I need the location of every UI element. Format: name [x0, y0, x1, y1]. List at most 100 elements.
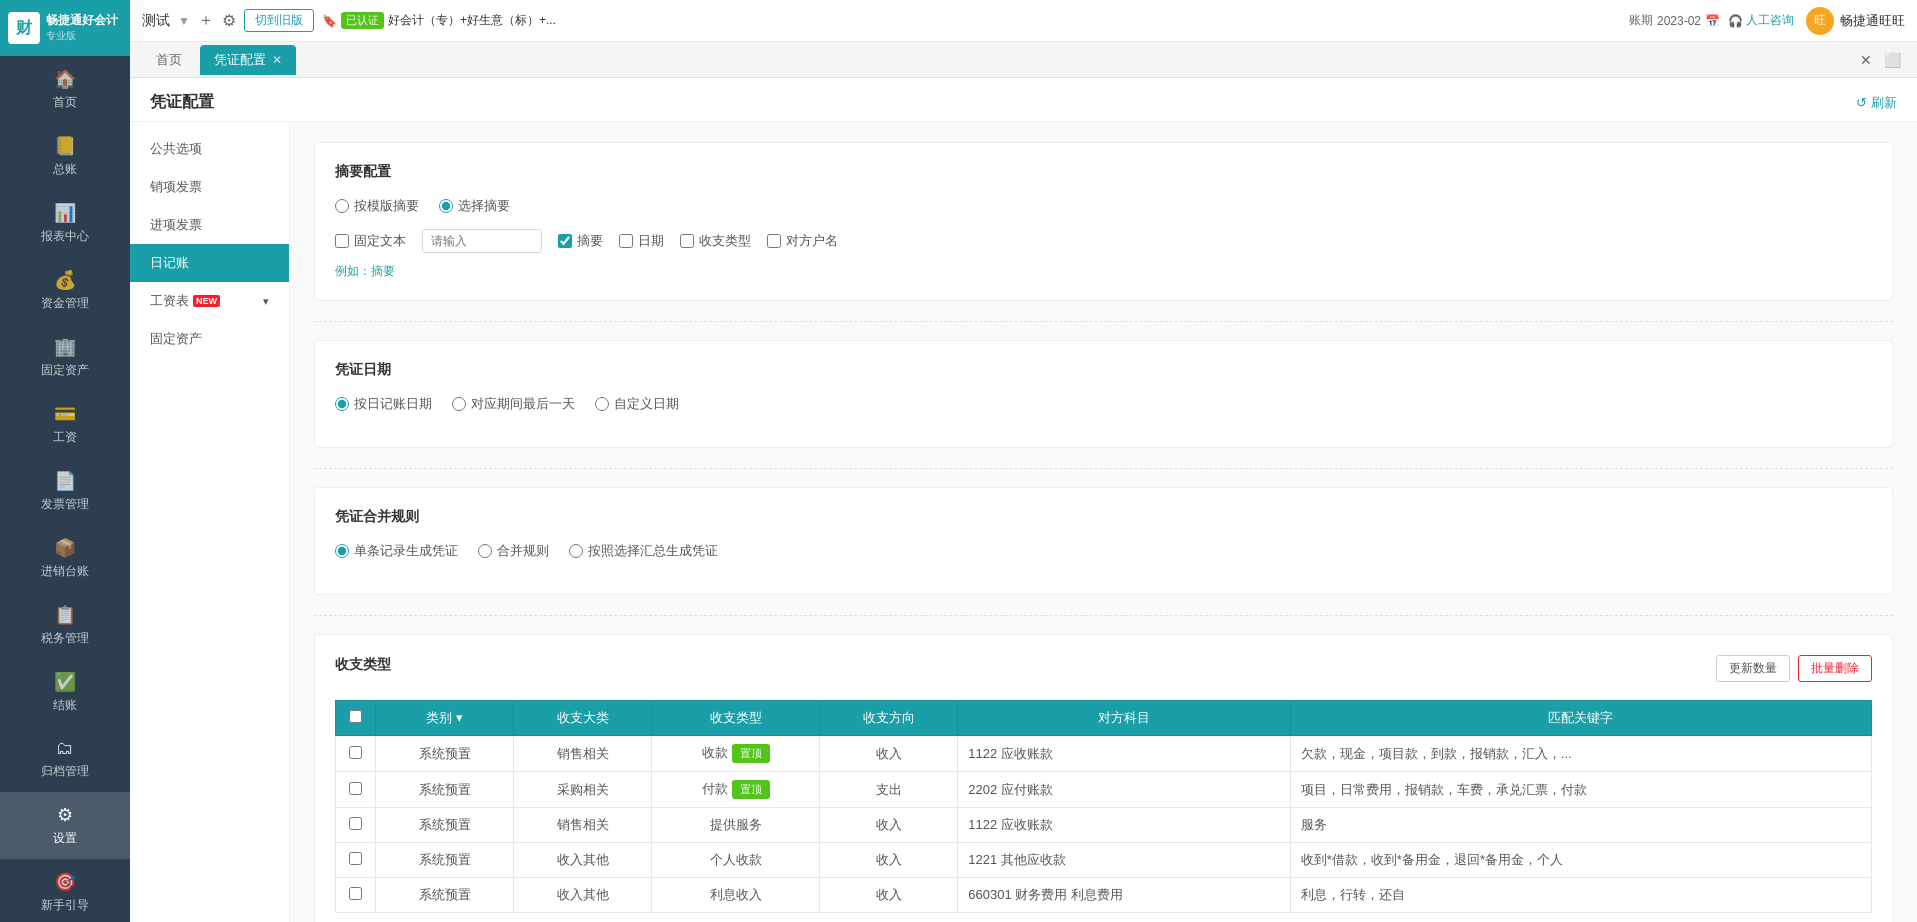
sidebar-item-settlement[interactable]: ✅结账 [0, 659, 130, 726]
sidebar-item-label-fund: 资金管理 [41, 295, 89, 312]
checkbox-counterparty-input[interactable] [767, 234, 781, 248]
radio-select-input[interactable] [439, 199, 453, 213]
refresh-label: 刷新 [1871, 94, 1897, 112]
cell-account: 1122 应收账款 [958, 736, 1290, 772]
radio-select[interactable]: 选择摘要 [439, 197, 510, 215]
row-checkbox-cell[interactable] [336, 808, 376, 843]
cell-major: 销售相关 [514, 736, 652, 772]
topbar-settings-icon[interactable]: ⚙ [222, 11, 236, 30]
row-checkbox[interactable] [349, 817, 362, 830]
row-checkbox[interactable] [349, 887, 362, 900]
cert-badge: 🔖 已认证 好会计（专）+好生意（标）+... [322, 12, 556, 29]
sidebar-item-settings[interactable]: ⚙设置 [0, 792, 130, 859]
batch-delete-button[interactable]: 批量删除 [1798, 655, 1872, 682]
checkbox-fixed-text-input[interactable] [335, 234, 349, 248]
sidebar-item-archive[interactable]: 🗂归档管理 [0, 726, 130, 792]
nav-item-fixed-assets[interactable]: 固定资产 [130, 320, 289, 358]
checkbox-fixed-text[interactable]: 固定文本 [335, 232, 406, 250]
switch-version-button[interactable]: 切到旧版 [244, 9, 314, 32]
radio-merge-label: 合并规则 [497, 542, 549, 560]
radio-merge[interactable]: 合并规则 [478, 542, 549, 560]
sidebar-item-salary[interactable]: 💳工资 [0, 391, 130, 458]
radio-summary-gen-input[interactable] [569, 544, 583, 558]
radio-journal-date-input[interactable] [335, 397, 349, 411]
tab-home[interactable]: 首页 [142, 45, 196, 75]
main-content: 摘要配置 按模版摘要 选择摘要 [290, 122, 1917, 922]
add-icon[interactable]: ＋ [198, 10, 214, 31]
radio-merge-input[interactable] [478, 544, 492, 558]
checkbox-summary[interactable]: 摘要 [558, 232, 603, 250]
close-tab-button[interactable]: ✕ [1856, 50, 1876, 70]
checkbox-type[interactable]: 收支类型 [680, 232, 751, 250]
tab-close-icon[interactable]: ✕ [272, 53, 282, 67]
avatar: 旺 [1806, 7, 1834, 35]
new-badge: NEW [193, 295, 220, 307]
checkbox-type-input[interactable] [680, 234, 694, 248]
th-category: 类别 ▾ [376, 701, 514, 736]
archive-icon: 🗂 [56, 738, 74, 759]
sidebar-item-label-guide: 新手引导 [41, 897, 89, 914]
cell-category: 系统预置 [376, 843, 514, 878]
radio-summary-gen[interactable]: 按照选择汇总生成凭证 [569, 542, 718, 560]
cell-direction: 支出 [820, 772, 958, 808]
period-value: 2023-02 [1657, 14, 1701, 28]
sidebar-item-ledger[interactable]: 📒总账 [0, 123, 130, 190]
cell-type: 利息收入 [652, 878, 820, 913]
page-title: 凭证配置 [150, 92, 214, 113]
radio-period-last[interactable]: 对应期间最后一天 [452, 395, 575, 413]
refresh-button[interactable]: ↺ 刷新 [1856, 94, 1897, 112]
sidebar-item-fund[interactable]: 💰资金管理 [0, 257, 130, 324]
sidebar-item-asset[interactable]: 🏢固定资产 [0, 324, 130, 391]
row-checkbox[interactable] [349, 782, 362, 795]
row-checkbox-cell[interactable] [336, 878, 376, 913]
top-tag-button[interactable]: 置顶 [732, 780, 770, 799]
nav-label-purchase-invoice: 进项发票 [150, 216, 202, 234]
nav-item-public[interactable]: 公共选项 [130, 130, 289, 168]
update-count-button[interactable]: 更新数量 [1716, 655, 1790, 682]
sidebar-item-tax[interactable]: 📋税务管理 [0, 592, 130, 659]
sidebar-item-report[interactable]: 📊报表中心 [0, 190, 130, 257]
th-checkbox[interactable] [336, 701, 376, 736]
nav-item-payroll[interactable]: 工资表 NEW ▾ [130, 282, 289, 320]
service-label: 人工咨询 [1746, 12, 1794, 29]
nav-item-sales[interactable]: 销项发票 [130, 168, 289, 206]
sidebar-item-invoice[interactable]: 📄发票管理 [0, 458, 130, 525]
radio-template-input[interactable] [335, 199, 349, 213]
row-checkbox-cell[interactable] [336, 772, 376, 808]
checkbox-date[interactable]: 日期 [619, 232, 664, 250]
cell-direction: 收入 [820, 843, 958, 878]
sidebar-item-purchase[interactable]: 📦进销台账 [0, 525, 130, 592]
row-checkbox[interactable] [349, 746, 362, 759]
checkbox-summary-input[interactable] [558, 234, 572, 248]
example-text: 例如：摘要 [335, 263, 1872, 280]
dropdown-arrow-icon[interactable]: ▼ [178, 14, 190, 28]
checkbox-counterparty[interactable]: 对方户名 [767, 232, 838, 250]
tab-voucher-config[interactable]: 凭证配置 ✕ [200, 45, 296, 75]
sidebar: 财 畅捷通好会计 专业版 🏠首页📒总账📊报表中心💰资金管理🏢固定资产💳工资📄发票… [0, 0, 130, 922]
radio-single[interactable]: 单条记录生成凭证 [335, 542, 458, 560]
fixed-text-input[interactable] [422, 229, 542, 253]
cell-category: 系统预置 [376, 878, 514, 913]
main-area: 测试 ▼ ＋ ⚙ 切到旧版 🔖 已认证 好会计（专）+好生意（标）+... 账期… [130, 0, 1917, 922]
radio-journal-date[interactable]: 按日记账日期 [335, 395, 432, 413]
service-button[interactable]: 🎧 人工咨询 [1728, 12, 1794, 29]
row-checkbox[interactable] [349, 852, 362, 865]
cell-account: 1221 其他应收款 [958, 843, 1290, 878]
radio-custom-date[interactable]: 自定义日期 [595, 395, 679, 413]
top-tag-button[interactable]: 置顶 [732, 744, 770, 763]
select-all-checkbox[interactable] [349, 710, 362, 723]
sidebar-item-guide[interactable]: 🎯新手引导 [0, 859, 130, 922]
row-checkbox-cell[interactable] [336, 843, 376, 878]
radio-custom-date-input[interactable] [595, 397, 609, 411]
row-checkbox-cell[interactable] [336, 736, 376, 772]
radio-template[interactable]: 按模版摘要 [335, 197, 419, 215]
user-menu[interactable]: 旺 畅捷通旺旺 [1806, 7, 1905, 35]
restore-tab-button[interactable]: ⬜ [1880, 50, 1905, 70]
sidebar-item-home[interactable]: 🏠首页 [0, 56, 130, 123]
nav-item-journal[interactable]: 日记账 [130, 244, 289, 282]
calendar-icon[interactable]: 📅 [1705, 14, 1720, 28]
checkbox-date-input[interactable] [619, 234, 633, 248]
radio-single-input[interactable] [335, 544, 349, 558]
nav-item-purchase-invoice[interactable]: 进项发票 [130, 206, 289, 244]
radio-period-last-input[interactable] [452, 397, 466, 411]
